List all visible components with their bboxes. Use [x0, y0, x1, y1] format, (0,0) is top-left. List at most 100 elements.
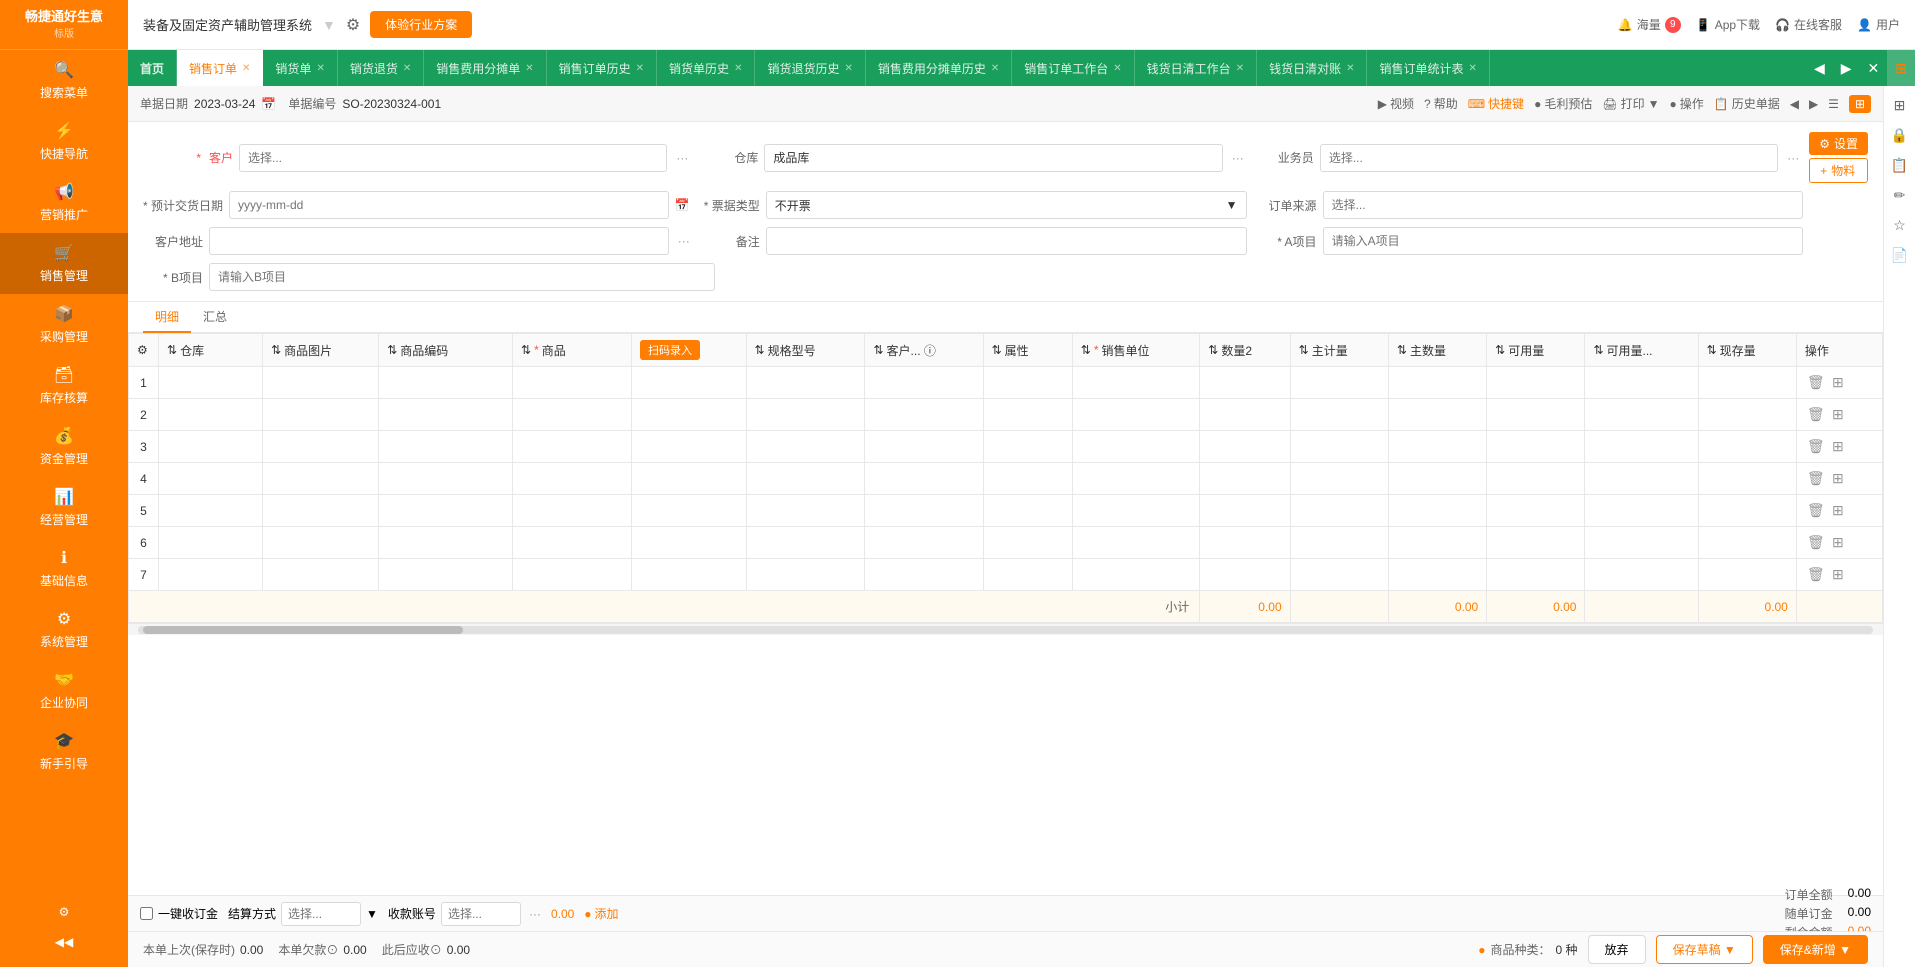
cell-code[interactable] [379, 495, 513, 527]
tab-expense-history-close-icon[interactable]: ✕ [991, 63, 999, 74]
cell-code[interactable] [379, 367, 513, 399]
tab-bill-history-close-icon[interactable]: ✕ [734, 63, 742, 74]
cell-product[interactable] [513, 495, 632, 527]
cell-avail2[interactable] [1585, 527, 1698, 559]
row-copy-button[interactable]: ⊞ [1830, 534, 1846, 551]
cell-warehouse[interactable] [159, 559, 263, 591]
cell-product[interactable] [513, 367, 632, 399]
cell-scan[interactable] [632, 559, 747, 591]
preview-btn[interactable]: ▶ 视频 [1378, 95, 1414, 112]
topbar-settings-icon[interactable]: ⚙ [346, 15, 360, 35]
cell-main-unit[interactable] [1290, 463, 1388, 495]
cell-scan[interactable] [632, 495, 747, 527]
sidebar-settings[interactable]: ⚙ [0, 897, 128, 927]
tab-home[interactable]: 首页 [128, 50, 177, 86]
cell-product[interactable] [513, 431, 632, 463]
row-delete-button[interactable]: 🗑 [1805, 470, 1827, 487]
cell-code[interactable] [379, 527, 513, 559]
cell-attr[interactable] [983, 527, 1072, 559]
cell-main-qty[interactable] [1388, 527, 1486, 559]
sidebar-item-marketing[interactable]: 📢 营销推广 [0, 172, 128, 233]
app-download-item[interactable]: 📱 App下载 [1696, 16, 1760, 33]
cell-attr[interactable] [983, 559, 1072, 591]
row-copy-button[interactable]: ⊞ [1830, 406, 1846, 423]
scan-button[interactable]: 扫码录入 [640, 340, 700, 360]
row-delete-button[interactable]: 🗑 [1805, 438, 1827, 455]
row-copy-button[interactable]: ⊞ [1830, 374, 1846, 391]
list-view-btn[interactable]: ☰ [1828, 97, 1839, 111]
cell-avail[interactable] [1487, 463, 1585, 495]
right-panel-icon-1[interactable]: ⊞ [1886, 91, 1914, 119]
delivery-input[interactable] [229, 191, 669, 219]
tab-return-close-icon[interactable]: ✕ [403, 63, 411, 74]
add-material-button[interactable]: + 物料 [1809, 158, 1868, 183]
cell-stock[interactable] [1698, 431, 1796, 463]
cell-scan[interactable] [632, 431, 747, 463]
sidebar-item-search[interactable]: 🔍 搜索菜单 [0, 50, 128, 111]
sidebar-item-operations[interactable]: 📊 经营管理 [0, 477, 128, 538]
cell-warehouse[interactable] [159, 399, 263, 431]
customer-more-icon[interactable]: ··· [676, 151, 688, 165]
cell-stock[interactable] [1698, 559, 1796, 591]
cell-main-unit[interactable] [1290, 559, 1388, 591]
grid-view-btn[interactable]: ⊞ [1849, 95, 1871, 113]
one-click-checkbox[interactable] [140, 907, 153, 920]
warehouse-input[interactable] [764, 144, 1222, 172]
operate-btn[interactable]: ● 操作 [1669, 95, 1703, 112]
print-btn[interactable]: 🖨 打印 ▼ [1602, 95, 1659, 112]
cell-product[interactable] [513, 463, 632, 495]
cell-spec[interactable] [746, 463, 865, 495]
cell-customer-code[interactable] [865, 367, 983, 399]
cell-customer-code[interactable] [865, 399, 983, 431]
cell-main-qty[interactable] [1388, 367, 1486, 399]
cell-main-unit[interactable] [1290, 495, 1388, 527]
note-input[interactable] [766, 227, 1247, 255]
cell-unit[interactable] [1072, 527, 1200, 559]
cell-customer-code[interactable] [865, 527, 983, 559]
cell-avail[interactable] [1487, 495, 1585, 527]
right-panel-icon-4[interactable]: ✏ [1886, 181, 1914, 209]
scrollbar-thumb[interactable] [143, 626, 463, 634]
right-panel-icon-2[interactable]: 🔒 [1886, 121, 1914, 149]
cell-main-unit[interactable] [1290, 527, 1388, 559]
staff-input[interactable] [1320, 144, 1778, 172]
cell-scan[interactable] [632, 367, 747, 399]
cell-attr[interactable] [983, 431, 1072, 463]
cell-avail[interactable] [1487, 367, 1585, 399]
cell-warehouse[interactable] [159, 431, 263, 463]
cell-scan[interactable] [632, 527, 747, 559]
one-click-payment-field[interactable]: 一键收订金 [140, 905, 218, 922]
cell-scan[interactable] [632, 463, 747, 495]
cell-unit[interactable] [1072, 399, 1200, 431]
history-btn[interactable]: 📋 历史单据 [1714, 95, 1780, 112]
address-input[interactable] [209, 227, 669, 255]
sidebar-item-quicknav[interactable]: ⚡ 快捷导航 [0, 111, 128, 172]
cell-avail2[interactable] [1585, 399, 1698, 431]
shortcut-btn[interactable]: ⌨ 快捷键 [1468, 95, 1524, 112]
cell-attr[interactable] [983, 367, 1072, 399]
tab-order-history-close-icon[interactable]: ✕ [636, 63, 644, 74]
cell-attr[interactable] [983, 399, 1072, 431]
cell-qty2[interactable] [1200, 527, 1290, 559]
cell-stock[interactable] [1698, 527, 1796, 559]
cell-product[interactable] [513, 527, 632, 559]
cell-avail[interactable] [1487, 527, 1585, 559]
delivery-calendar-icon[interactable]: 📅 [675, 198, 690, 212]
tab-bill-history[interactable]: 销货单历史 ✕ [657, 50, 755, 86]
cell-stock[interactable] [1698, 463, 1796, 495]
online-support-item[interactable]: 🎧 在线客服 [1775, 16, 1842, 33]
cell-image[interactable] [263, 367, 379, 399]
cell-unit[interactable] [1072, 463, 1200, 495]
cell-main-unit[interactable] [1290, 431, 1388, 463]
cell-spec[interactable] [746, 527, 865, 559]
tab-sales-bill-close-icon[interactable]: ✕ [316, 63, 324, 74]
tab-stats[interactable]: 销售订单统计表 ✕ [1367, 50, 1489, 86]
cell-unit[interactable] [1072, 559, 1200, 591]
cell-customer-code[interactable] [865, 559, 983, 591]
cell-unit[interactable] [1072, 495, 1200, 527]
sidebar-item-basicinfo[interactable]: ℹ 基础信息 [0, 538, 128, 599]
cell-attr[interactable] [983, 463, 1072, 495]
tab-stats-close-icon[interactable]: ✕ [1469, 63, 1477, 74]
user-item[interactable]: 👤 用户 [1857, 16, 1900, 33]
row-delete-button[interactable]: 🗑 [1805, 374, 1827, 391]
